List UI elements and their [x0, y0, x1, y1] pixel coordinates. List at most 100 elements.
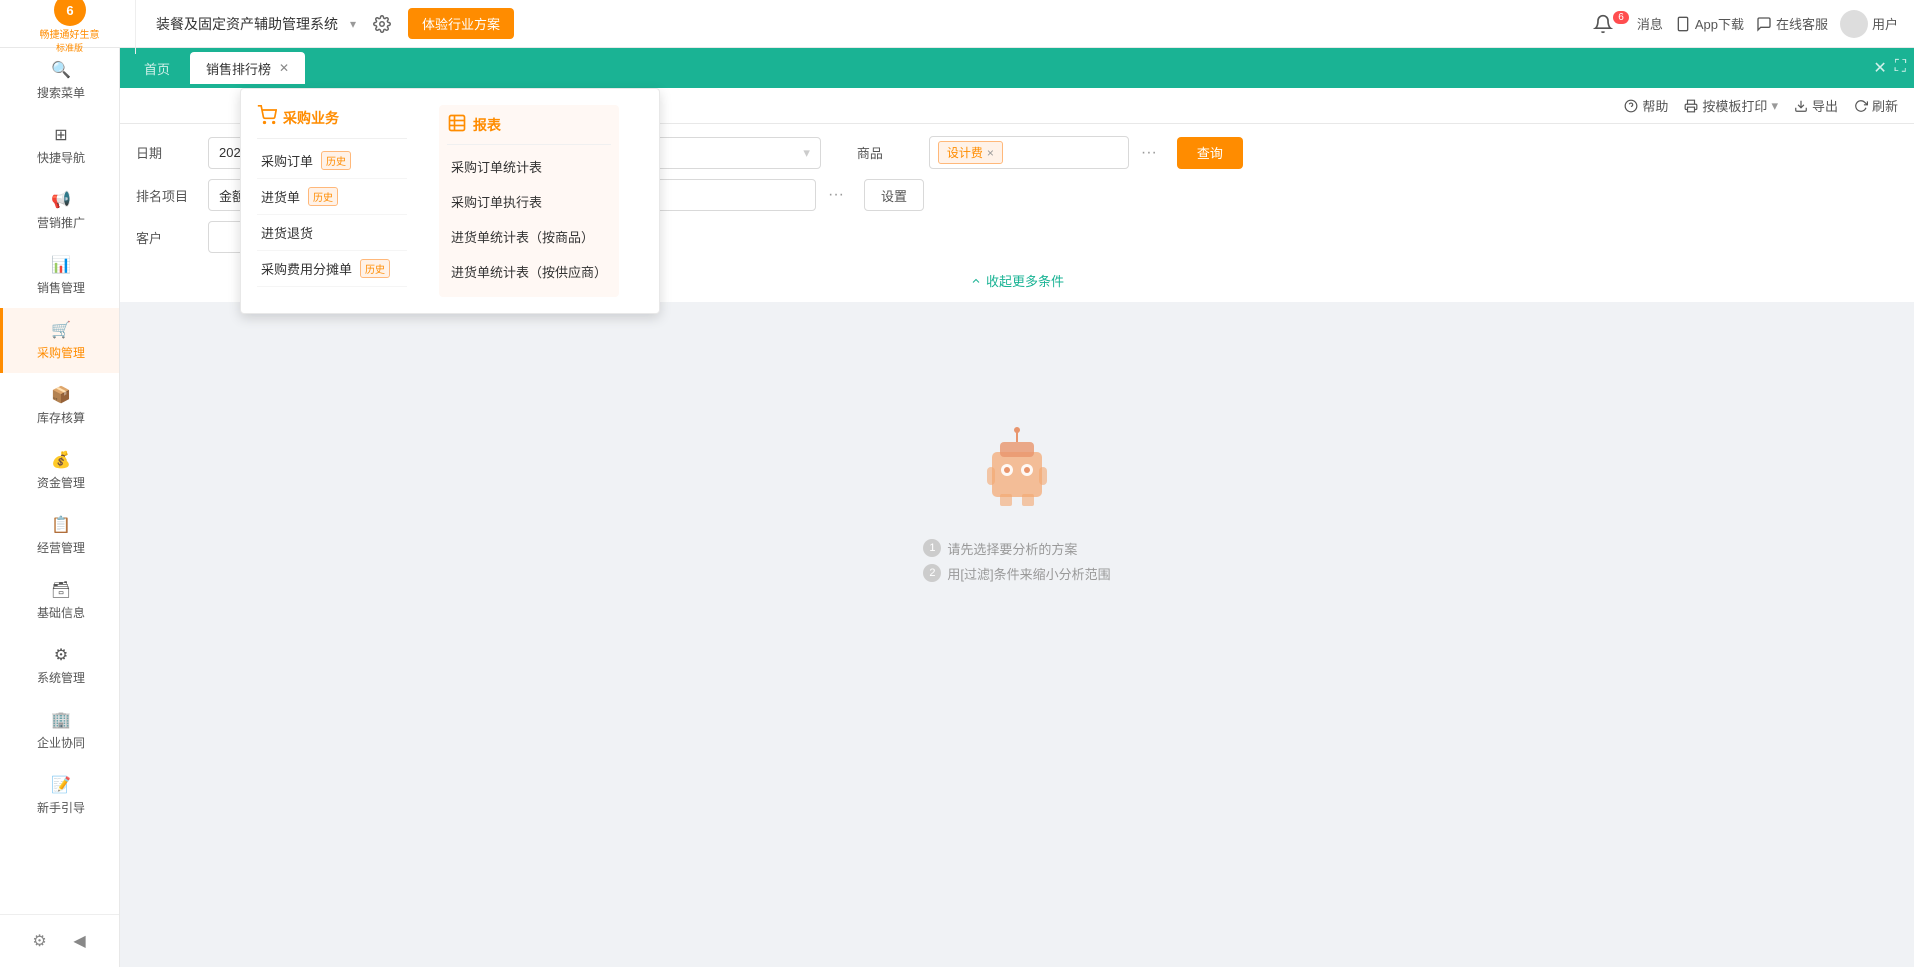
purchase-section-label: 采购业务: [283, 108, 339, 128]
corp-icon: 🏢: [51, 710, 71, 730]
logo-icon: 6: [54, 0, 86, 26]
goods-filter-input[interactable]: 设计费 ×: [929, 136, 1129, 169]
user-label: 用户: [1872, 14, 1898, 33]
menu-item-stockin-by-goods[interactable]: 进货单统计表（按商品）: [447, 219, 611, 254]
tab-close-window-icon[interactable]: ✕: [1873, 58, 1886, 78]
online-service-btn[interactable]: 在线客服: [1756, 14, 1828, 33]
settings-btn[interactable]: 设置: [864, 179, 924, 211]
system-title: 装餐及固定资产辅助管理系统: [156, 14, 338, 34]
purchase-dropdown-menu: 采购业务 采购订单 历史 进货单 历史 进货退货 采购费用分摊单 历史: [240, 88, 660, 314]
stockin-by-supplier-label: 进货单统计表（按供应商）: [451, 262, 607, 281]
query-btn[interactable]: 查询: [1177, 137, 1243, 169]
collapse-btn[interactable]: 收起更多条件: [970, 271, 1064, 290]
system-icon: ⚙: [54, 645, 68, 665]
manage-icon: 📋: [51, 515, 71, 535]
sidebar-item-search[interactable]: 🔍 搜索菜单: [0, 48, 119, 113]
info-icon: 🗃: [51, 580, 71, 600]
tab-sales-rank[interactable]: 销售排行榜 ✕: [190, 52, 305, 84]
goods-more-icon[interactable]: ···: [1141, 144, 1157, 162]
user-avatar: [1840, 10, 1868, 38]
user-btn[interactable]: 用户: [1840, 10, 1898, 38]
notification-btn[interactable]: 6 消息: [1593, 14, 1663, 34]
empty-illustration: [967, 422, 1067, 527]
menu-item-purchase-fee[interactable]: 采购费用分摊单 历史: [257, 251, 407, 287]
help-btn[interactable]: 帮助: [1624, 96, 1668, 115]
sidebar-bottom: ⚙ ◀: [0, 914, 119, 967]
export-label: 导出: [1812, 96, 1838, 115]
sidebar-collapse-btn[interactable]: ◀: [64, 925, 96, 957]
sidebar-item-finance[interactable]: 💰 资金管理: [0, 438, 119, 503]
notification-label: 消息: [1637, 14, 1663, 33]
stock-in-label: 进货单: [261, 187, 300, 206]
sidebar-item-nav[interactable]: ⊞ 快捷导航: [0, 113, 119, 178]
sidebar-label-manage: 经营管理: [37, 539, 85, 556]
sidebar-item-corp[interactable]: 🏢 企业协同: [0, 698, 119, 763]
refresh-icon: [1854, 99, 1868, 113]
rank-label: 排名项目: [136, 186, 196, 205]
purchase-section-title: 采购业务: [257, 105, 407, 139]
export-btn[interactable]: 导出: [1794, 96, 1838, 115]
tip-num-1: 1: [923, 539, 941, 557]
print-btn[interactable]: 按模板打印 ▾: [1684, 96, 1778, 115]
purchase-order-stat-label: 采购订单统计表: [451, 157, 542, 176]
logo-text: 畅捷通好生意: [40, 26, 100, 41]
sidebar-settings-btn[interactable]: ⚙: [24, 925, 56, 957]
guide-icon: 📝: [51, 775, 71, 795]
purchase-section-icon: [257, 105, 277, 130]
help-label: 帮助: [1642, 96, 1668, 115]
tab-sales-rank-label: 销售排行榜: [206, 59, 271, 78]
top-header: 6 畅捷通好生意 标准版 装餐及固定资产辅助管理系统 ▾ 体验行业方案 6 消息…: [0, 0, 1914, 48]
purchase-menu-section: 采购业务 采购订单 历史 进货单 历史 进货退货 采购费用分摊单 历史: [257, 105, 407, 297]
sidebar-label-system: 系统管理: [37, 669, 85, 686]
collapse-label: 收起更多条件: [986, 271, 1064, 290]
sidebar-item-stock[interactable]: 📦 库存核算: [0, 373, 119, 438]
print-label: 按模板打印: [1702, 96, 1767, 115]
menu-item-purchase-order-stat[interactable]: 采购订单统计表: [447, 149, 611, 184]
sidebar-label-marketing: 营销推广: [37, 214, 85, 231]
stockin-by-goods-label: 进货单统计表（按商品）: [451, 227, 594, 246]
tab-maximize-area: ✕ ⛶: [1873, 58, 1906, 78]
sidebar-item-info[interactable]: 🗃 基础信息: [0, 568, 119, 633]
sidebar-item-guide[interactable]: 📝 新手引导: [0, 763, 119, 828]
salesperson-more-icon[interactable]: ···: [828, 186, 844, 204]
content-area: 首页 销售排行榜 ✕ ✕ ⛶ 帮助: [120, 48, 1914, 967]
settings-icon[interactable]: [368, 10, 396, 38]
help-icon: [1624, 99, 1638, 113]
menu-item-purchase-order-exec[interactable]: 采购订单执行表: [447, 184, 611, 219]
tab-fullscreen-icon[interactable]: ⛶: [1895, 58, 1906, 78]
sidebar-item-manage[interactable]: 📋 经营管理: [0, 503, 119, 568]
hist-badge-purchase-fee: 历史: [360, 259, 390, 278]
report-section-icon: [447, 113, 467, 136]
hist-badge-purchase-order: 历史: [321, 151, 351, 170]
tab-close-icon[interactable]: ✕: [279, 61, 289, 75]
logo-area: 6 畅捷通好生意 标准版: [16, 0, 136, 54]
sidebar-item-marketing[interactable]: 📢 营销推广: [0, 178, 119, 243]
refresh-label: 刷新: [1872, 96, 1898, 115]
system-title-arrow[interactable]: ▾: [350, 17, 356, 31]
logo-sub: 标准版: [56, 41, 83, 54]
sidebar-label-stock: 库存核算: [37, 409, 85, 426]
refresh-btn[interactable]: 刷新: [1854, 96, 1898, 115]
menu-item-stock-return[interactable]: 进货退货: [257, 215, 407, 251]
goods-tag-label: 设计费: [947, 144, 983, 161]
industry-btn[interactable]: 体验行业方案: [408, 8, 514, 39]
purchase-order-exec-label: 采购订单执行表: [451, 192, 542, 211]
app-download-btn[interactable]: App下载: [1675, 14, 1744, 33]
search-icon: 🔍: [51, 60, 71, 80]
menu-item-stock-in[interactable]: 进货单 历史: [257, 179, 407, 215]
marketing-icon: 📢: [51, 190, 71, 210]
goods-tag-remove[interactable]: ×: [987, 146, 994, 160]
report-menu-section: 报表 采购订单统计表 采购订单执行表 进货单统计表（按商品） 进货单统计表（按供…: [439, 105, 619, 297]
sidebar-item-purchase[interactable]: 🛒 采购管理: [0, 308, 119, 373]
menu-item-purchase-order[interactable]: 采购订单 历史: [257, 143, 407, 179]
menu-item-stockin-by-supplier[interactable]: 进货单统计表（按供应商）: [447, 254, 611, 289]
hist-badge-stock-in: 历史: [308, 187, 338, 206]
tab-home[interactable]: 首页: [128, 52, 186, 84]
sidebar-label-info: 基础信息: [37, 604, 85, 621]
sidebar-item-sales[interactable]: 📊 销售管理: [0, 243, 119, 308]
online-service-label: 在线客服: [1776, 14, 1828, 33]
sidebar-item-system[interactable]: ⚙ 系统管理: [0, 633, 119, 698]
print-dropdown-icon[interactable]: ▾: [1771, 98, 1778, 114]
customer-label: 客户: [136, 228, 196, 247]
report-section-title: 报表: [447, 113, 611, 145]
